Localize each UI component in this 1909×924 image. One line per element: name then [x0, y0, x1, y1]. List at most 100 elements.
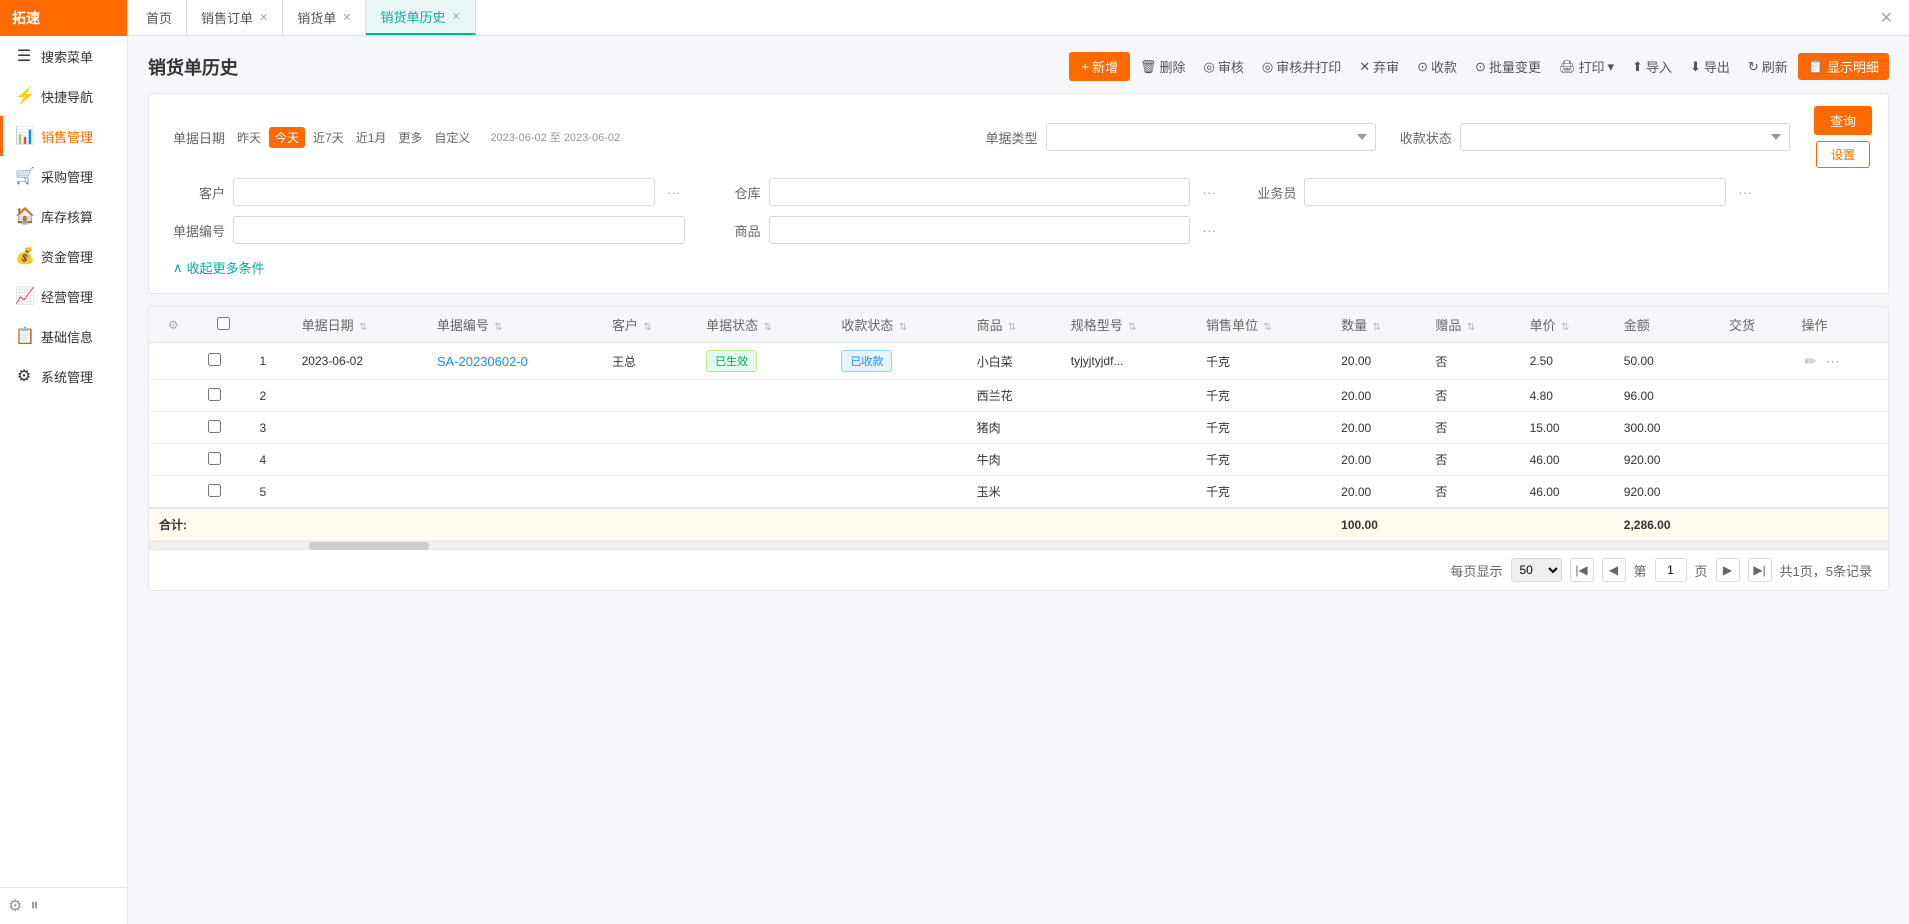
col-doc-no-sort[interactable]: ⇅: [494, 322, 502, 333]
col-settings[interactable]: ⚙: [149, 307, 198, 343]
page-input[interactable]: 1: [1655, 558, 1687, 582]
abandon-button[interactable]: ✕ 弃审: [1351, 53, 1407, 80]
col-pay-status-sort[interactable]: ⇅: [899, 322, 907, 333]
next-page-btn[interactable]: ▶: [1716, 558, 1740, 582]
filter-customer-input[interactable]: [233, 178, 655, 206]
col-customer-sort[interactable]: ⇅: [643, 322, 651, 333]
delete-button[interactable]: 🗑 删除: [1132, 53, 1194, 80]
collect-button[interactable]: ⊙ 收款: [1409, 53, 1465, 80]
row-checkbox-cell[interactable]: [198, 444, 250, 476]
tab-sales-shipment-close[interactable]: ✕: [342, 11, 351, 24]
tab-sales-order-close[interactable]: ✕: [259, 11, 268, 24]
filter-doc-type-select[interactable]: [1046, 123, 1376, 151]
collapse-btn[interactable]: ∧ 收起更多条件: [165, 254, 273, 281]
horizontal-scrollbar[interactable]: [149, 541, 1888, 549]
row-checkbox-cell[interactable]: [198, 343, 250, 380]
row-more-btn[interactable]: ⋯: [1823, 353, 1843, 370]
set-button[interactable]: 设置: [1816, 141, 1870, 168]
col-qty[interactable]: 数量 ⇅: [1331, 307, 1425, 343]
date-shortcut-7days[interactable]: 近7天: [309, 127, 348, 148]
col-gift-sort[interactable]: ⇅: [1467, 322, 1475, 333]
col-doc-status[interactable]: 单据状态 ⇅: [696, 307, 831, 343]
row-checkbox-cell[interactable]: [198, 412, 250, 444]
sidebar-item-purchase-mgmt[interactable]: 🛒 采购管理: [0, 156, 127, 196]
date-shortcut-today[interactable]: 今天: [269, 127, 305, 148]
col-price-sort[interactable]: ⇅: [1561, 322, 1569, 333]
col-pay-status[interactable]: 收款状态 ⇅: [831, 307, 966, 343]
filter-warehouse-input[interactable]: [769, 178, 1191, 206]
sidebar-item-search-menu[interactable]: ☰ 搜索菜单: [0, 36, 127, 76]
sidebar-item-sales-mgmt[interactable]: 📊 销售管理: [0, 116, 127, 156]
col-unit[interactable]: 销售单位 ⇅: [1196, 307, 1331, 343]
row-doc-no-cell[interactable]: SA-20230602-0: [427, 343, 602, 380]
tab-home[interactable]: 首页: [132, 0, 187, 35]
col-doc-status-sort[interactable]: ⇅: [764, 322, 772, 333]
customer-dots-btn[interactable]: ···: [663, 184, 685, 200]
collect-icon: ⊙: [1417, 59, 1428, 75]
sidebar-item-basic-info[interactable]: 📋 基础信息: [0, 316, 127, 356]
row-checkbox[interactable]: [208, 420, 221, 433]
col-goods[interactable]: 商品 ⇅: [967, 307, 1061, 343]
show-detail-button[interactable]: 📋 显示明细: [1798, 53, 1889, 80]
tab-sales-order[interactable]: 销售订单 ✕: [187, 0, 283, 35]
col-gift[interactable]: 赠品 ⇅: [1425, 307, 1519, 343]
print-button[interactable]: 🖨 打印 ▾: [1551, 53, 1622, 80]
col-qty-sort[interactable]: ⇅: [1373, 322, 1381, 333]
query-button[interactable]: 查询: [1814, 106, 1872, 135]
sidebar-item-funds-mgmt[interactable]: 💰 资金管理: [0, 236, 127, 276]
scrollbar-thumb[interactable]: [309, 542, 429, 550]
col-date[interactable]: 单据日期 ⇅: [292, 307, 427, 343]
warehouse-dots-btn[interactable]: ···: [1198, 184, 1220, 200]
date-shortcut-more[interactable]: 更多: [394, 127, 426, 148]
row-checkbox[interactable]: [208, 452, 221, 465]
row-edit-btn[interactable]: ✏: [1802, 353, 1820, 370]
col-checkbox[interactable]: [198, 307, 250, 343]
date-shortcut-yesterday[interactable]: 昨天: [233, 127, 265, 148]
last-page-btn[interactable]: ▶|: [1748, 558, 1772, 582]
tab-sales-history[interactable]: 销货单历史 ✕: [366, 0, 475, 35]
col-doc-no[interactable]: 单据编号 ⇅: [427, 307, 602, 343]
row-checkbox-cell[interactable]: [198, 380, 250, 412]
sidebar-item-sys-mgmt[interactable]: ⚙ 系统管理: [0, 356, 127, 396]
import-button[interactable]: ⬆ 导入: [1624, 53, 1680, 80]
batch-change-button[interactable]: ⊙ 批量变更: [1467, 53, 1549, 80]
sidebar-collapse-btn[interactable]: ⏸: [30, 896, 38, 916]
col-date-sort[interactable]: ⇅: [359, 322, 367, 333]
col-customer[interactable]: 客户 ⇅: [602, 307, 696, 343]
sidebar-settings-btn[interactable]: ⚙: [8, 896, 22, 916]
first-page-btn[interactable]: |◀: [1570, 558, 1594, 582]
select-all-checkbox[interactable]: [217, 317, 230, 330]
filter-goods-input[interactable]: [769, 216, 1191, 244]
filter-doc-no-input[interactable]: [233, 216, 685, 244]
prev-page-btn[interactable]: ◀: [1602, 558, 1626, 582]
row-checkbox[interactable]: [208, 484, 221, 497]
row-checkbox[interactable]: [208, 388, 221, 401]
col-price[interactable]: 单价 ⇅: [1520, 307, 1614, 343]
sidebar-item-ops-mgmt[interactable]: 📈 经营管理: [0, 276, 127, 316]
tab-bar: 首页 销售订单 ✕ 销货单 ✕ 销货单历史 ✕ ✕: [128, 0, 1909, 36]
tab-bar-close-all[interactable]: ✕: [1868, 8, 1905, 28]
tab-sales-shipment[interactable]: 销货单 ✕: [283, 0, 366, 35]
sidebar-item-quick-nav[interactable]: ⚡ 快捷导航: [0, 76, 127, 116]
sales-rep-dots-btn[interactable]: ···: [1734, 184, 1756, 200]
export-button[interactable]: ⬇ 导出: [1682, 53, 1738, 80]
tab-sales-history-close[interactable]: ✕: [452, 10, 461, 23]
col-unit-sort[interactable]: ⇅: [1263, 322, 1271, 333]
goods-dots-btn[interactable]: ···: [1198, 222, 1220, 238]
refresh-button[interactable]: ↻ 刷新: [1740, 53, 1796, 80]
page-size-select[interactable]: 50 100: [1511, 558, 1562, 582]
filter-pay-status-select[interactable]: [1460, 123, 1790, 151]
row-checkbox-cell[interactable]: [198, 476, 250, 509]
row-doc-no-link[interactable]: SA-20230602-0: [437, 354, 528, 369]
sidebar-item-inventory-calc[interactable]: 🏠 库存核算: [0, 196, 127, 236]
col-goods-sort[interactable]: ⇅: [1008, 322, 1016, 333]
row-checkbox[interactable]: [208, 353, 221, 366]
date-shortcut-custom[interactable]: 自定义: [430, 127, 474, 148]
col-spec[interactable]: 规格型号 ⇅: [1061, 307, 1196, 343]
review-button[interactable]: ◎ 审核: [1195, 53, 1251, 80]
add-button[interactable]: + 新增: [1069, 52, 1130, 81]
review-print-button[interactable]: ◎ 审核并打印: [1254, 53, 1349, 80]
col-spec-sort[interactable]: ⇅: [1128, 322, 1136, 333]
filter-sales-rep-input[interactable]: [1304, 178, 1726, 206]
date-shortcut-1month[interactable]: 近1月: [352, 127, 391, 148]
